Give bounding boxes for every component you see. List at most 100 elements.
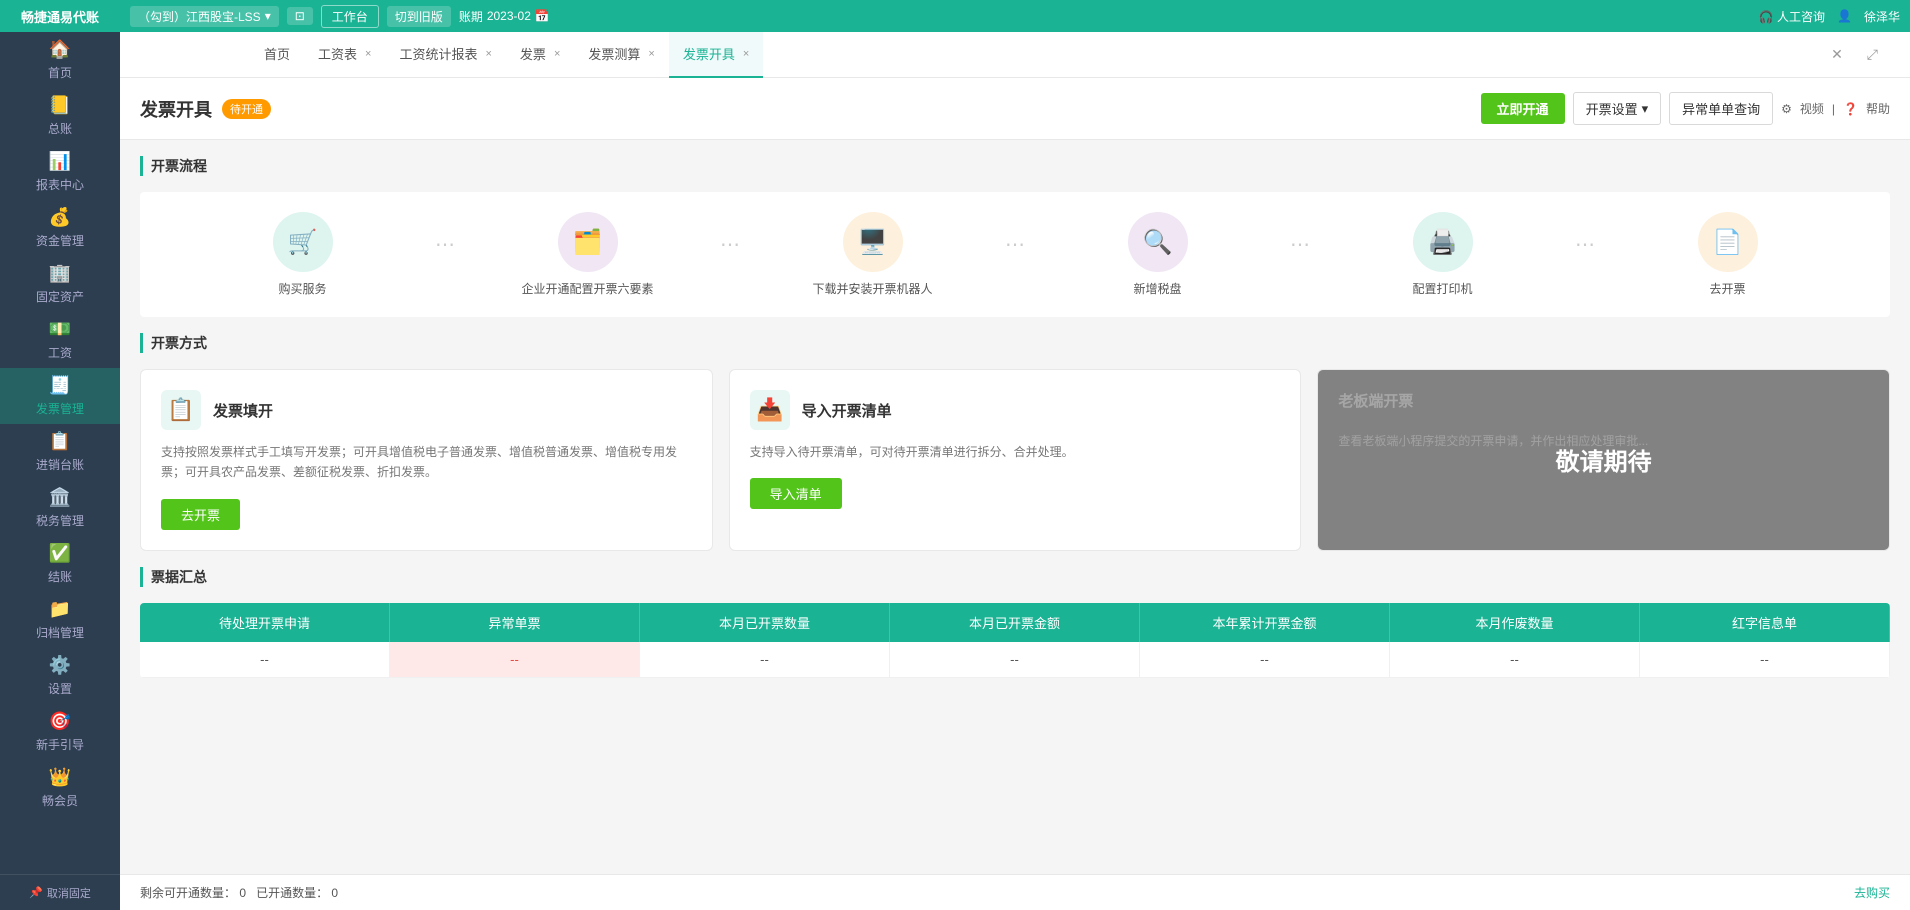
cell-monthly-amount: -- xyxy=(890,642,1140,678)
sidebar-item-home[interactable]: 🏠 首页 xyxy=(0,32,120,88)
tab-label: 工资表 xyxy=(318,44,357,63)
summary-table-header: 待处理开票申请 异常单票 本月已开票数量 本月已开票金额 本年累计开票金额 本月… xyxy=(140,603,1890,642)
company-selector[interactable]: （勾到）江西股宝-LSS ▾ xyxy=(130,6,279,27)
copy-button[interactable]: ⊡ xyxy=(287,7,313,25)
cell-yearly-amount: -- xyxy=(1140,642,1390,678)
sidebar-item-label: 工资 xyxy=(48,344,72,361)
sidebar-item-funds[interactable]: 💰 资金管理 xyxy=(0,200,120,256)
cell-red-note: -- xyxy=(1640,642,1890,678)
tab-label: 发票 xyxy=(520,44,546,63)
buy-link[interactable]: 去购买 xyxy=(1854,884,1890,901)
main-content: 发票开具 待开通 立即开通 开票设置 ▾ 异常单单查询 ⚙ 视频 | ❓ 帮助 … xyxy=(120,0,1910,910)
cell-monthly-count: -- xyxy=(640,642,890,678)
coming-soon-overlay: 敬请期待 xyxy=(1318,370,1889,550)
user-name[interactable]: 徐泽华 xyxy=(1864,8,1900,25)
page-title-area: 发票开具 待开通 xyxy=(140,96,271,122)
sidebar-item-reports[interactable]: 📊 报表中心 xyxy=(0,144,120,200)
help-icon: ❓ xyxy=(1843,102,1858,116)
invoice-icon: 🧾 xyxy=(49,375,71,396)
sidebar-item-member[interactable]: 👑 畅会员 xyxy=(0,760,120,816)
header-monthly-count: 本月已开票数量 xyxy=(640,603,890,642)
cell-exception: -- xyxy=(390,642,640,678)
import-list-button[interactable]: 导入清单 xyxy=(750,478,842,509)
header-pending: 待处理开票申请 xyxy=(140,603,390,642)
sidebar: 畅捷通易代账 🏠 首页 📒 总账 📊 报表中心 💰 资金管理 🏢 固定资产 💵 … xyxy=(0,0,120,910)
exception-query-button[interactable]: 异常单单查询 xyxy=(1669,92,1773,125)
dropdown-icon: ▾ xyxy=(1642,101,1649,117)
summary-section-title: 票据汇总 xyxy=(140,567,1890,587)
user-avatar: 👤 xyxy=(1837,9,1852,23)
tab-label: 发票测算 xyxy=(588,44,640,63)
tab-salary-stats[interactable]: 工资统计报表 × xyxy=(385,32,505,78)
immediate-open-button[interactable]: 立即开通 xyxy=(1481,93,1565,124)
tab-invoice-calc[interactable]: 发票测算 × xyxy=(574,32,668,78)
flow-arrow-4: ⋯ xyxy=(1290,232,1310,257)
purchase-icon: 📋 xyxy=(49,431,71,452)
flow-step-buy: 🛒 购买服务 xyxy=(180,212,425,297)
top-bar-left: （勾到）江西股宝-LSS ▾ ⊡ 工作台 切到旧版 账期 2023-02 📅 xyxy=(130,5,550,28)
sidebar-item-close[interactable]: ✅ 结账 xyxy=(0,536,120,592)
method-desc: 支持导入待开票清单，可对待开票清单进行拆分、合并处理。 xyxy=(750,442,1281,462)
tab-close-icon[interactable]: × xyxy=(365,48,371,60)
tab-home-label: 首页 xyxy=(264,44,290,63)
tab-close-icon[interactable]: × xyxy=(485,48,491,60)
support-link[interactable]: 🎧 人工咨询 xyxy=(1759,8,1825,25)
sidebar-item-label: 固定资产 xyxy=(36,288,84,305)
sidebar-item-label: 进销台账 xyxy=(36,456,84,473)
pin-icon: 📌 xyxy=(29,886,43,899)
tab-close-icon[interactable]: × xyxy=(554,48,560,60)
tab-salary-table[interactable]: 工资表 × xyxy=(304,32,385,78)
close-all-tabs-icon[interactable]: ✕ xyxy=(1831,46,1859,63)
sidebar-item-invoice[interactable]: 🧾 发票管理 xyxy=(0,368,120,424)
sidebar-item-assets[interactable]: 🏢 固定资产 xyxy=(0,256,120,312)
tab-close-icon[interactable]: × xyxy=(743,48,749,60)
open-settings-button[interactable]: 开票设置 ▾ xyxy=(1573,92,1662,125)
flow-section-title: 开票流程 xyxy=(140,156,1890,176)
opened-value: 0 xyxy=(331,886,338,900)
flow-step-label: 配置打印机 xyxy=(1412,280,1472,297)
flow-arrow-2: ⋯ xyxy=(720,232,740,257)
period-display: 账期 2023-02 📅 xyxy=(459,8,550,25)
salary-icon: 💵 xyxy=(49,319,71,340)
sidebar-item-archive[interactable]: 📁 归档管理 xyxy=(0,592,120,648)
view-label: 视频 xyxy=(1800,100,1824,117)
flow-step-label: 下载并安装开票机器人 xyxy=(812,280,932,297)
methods-section-title: 开票方式 xyxy=(140,333,1890,353)
sidebar-item-purchase[interactable]: 📋 进销台账 xyxy=(0,424,120,480)
calendar-icon[interactable]: 📅 xyxy=(535,9,550,23)
go-issue-button[interactable]: 去开票 xyxy=(161,499,240,530)
flow-step-label: 企业开通配置开票六要素 xyxy=(521,280,653,297)
funds-icon: 💰 xyxy=(49,207,71,228)
method-card-header: 📋 发票填开 xyxy=(161,390,692,430)
sidebar-item-label: 总账 xyxy=(48,120,72,137)
restore-icon[interactable]: ⤢ xyxy=(1867,46,1894,63)
sidebar-item-label: 结账 xyxy=(48,568,72,585)
sidebar-item-label: 税务管理 xyxy=(36,512,84,529)
unfix-sidebar-button[interactable]: 📌 取消固定 xyxy=(0,874,120,910)
sidebar-item-ledger[interactable]: 📒 总账 xyxy=(0,88,120,144)
view-help-area: ⚙ 视频 | ❓ 帮助 xyxy=(1781,100,1890,117)
workbench-button[interactable]: 工作台 xyxy=(321,5,379,28)
tab-invoice[interactable]: 发票 × xyxy=(506,32,574,78)
sidebar-item-settings[interactable]: ⚙️ 设置 xyxy=(0,648,120,704)
period-label: 账期 xyxy=(459,8,483,25)
archive-icon: 📁 xyxy=(49,599,71,620)
status-badge: 待开通 xyxy=(222,99,271,119)
close-accounts-icon: ✅ xyxy=(49,543,71,564)
sidebar-item-salary[interactable]: 💵 工资 xyxy=(0,312,120,368)
flow-step-printer: 🖨️ 配置打印机 xyxy=(1320,212,1565,297)
tab-close-icon[interactable]: × xyxy=(648,48,654,60)
flow-steps: 🛒 购买服务 ⋯ 🗂️ 企业开通配置开票六要素 ⋯ 🖥️ 下载并安装开票机器人 … xyxy=(140,192,1890,317)
flow-arrow-1: ⋯ xyxy=(435,232,455,257)
member-icon: 👑 xyxy=(49,767,71,788)
switch-old-version-button[interactable]: 切到旧版 xyxy=(387,6,451,27)
sidebar-item-tax[interactable]: 🏛️ 税务管理 xyxy=(0,480,120,536)
header-yearly-amount: 本年累计开票金额 xyxy=(1140,603,1390,642)
flow-step-config: 🗂️ 企业开通配置开票六要素 xyxy=(465,212,710,297)
method-title: 发票填开 xyxy=(213,400,273,421)
sidebar-item-guide[interactable]: 🎯 新手引导 xyxy=(0,704,120,760)
header-monthly-amount: 本月已开票金额 xyxy=(890,603,1140,642)
tab-invoice-issue[interactable]: 发票开具 × xyxy=(669,32,763,78)
tab-home[interactable]: 首页 xyxy=(250,32,304,78)
tab-label: 工资统计报表 xyxy=(399,44,477,63)
